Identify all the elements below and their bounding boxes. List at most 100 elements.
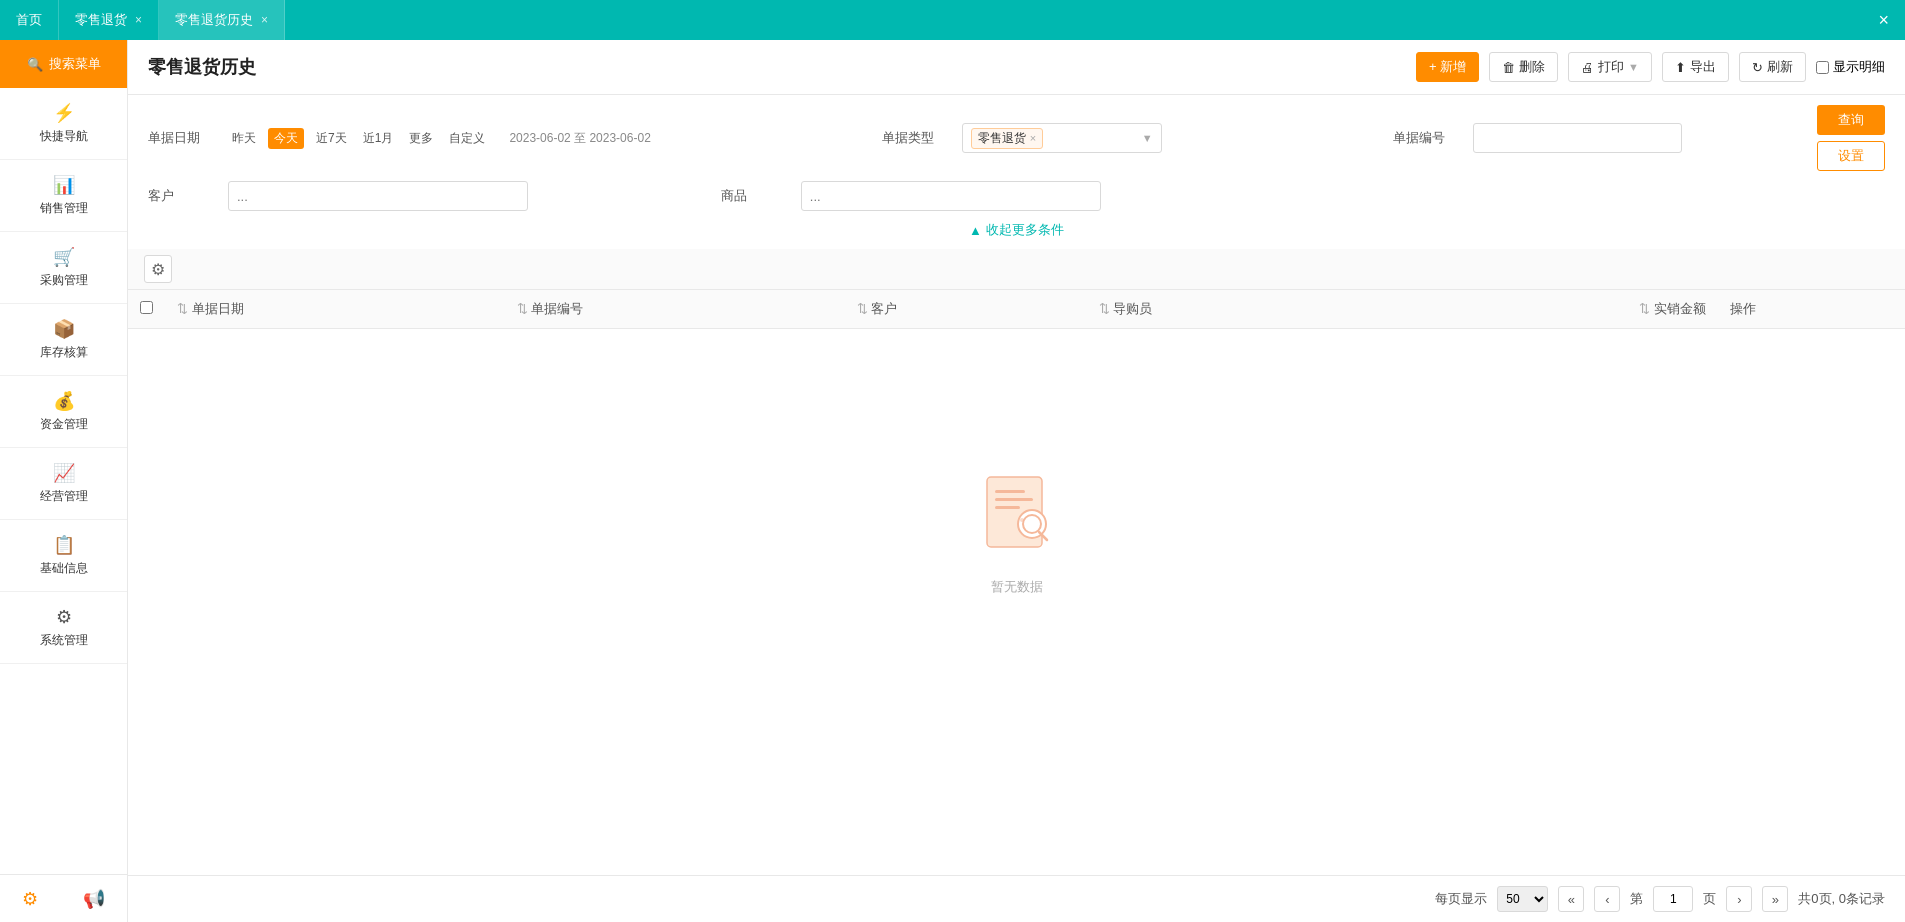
last-page-button[interactable]: » <box>1762 886 1788 912</box>
select-all-checkbox[interactable] <box>140 301 153 314</box>
print-dropdown-icon: ▼ <box>1628 61 1639 73</box>
sidebar-nav: ⚡ 快捷导航 📊 销售管理 🛒 采购管理 📦 库存核算 💰 资金管理 📈 <box>0 88 127 874</box>
page-actions: + 新增 🗑 删除 🖨 打印 ▼ ⬆ 导出 ↻ 刷新 <box>1416 52 1885 82</box>
empty-state-icon <box>967 462 1067 562</box>
top-bar: 首页 零售退货 × 零售退货历史 × × <box>0 0 1905 40</box>
main-layout: 🔍 搜索菜单 ⚡ 快捷导航 📊 销售管理 🛒 采购管理 📦 库存核算 💰 <box>0 40 1905 922</box>
page-unit: 页 <box>1703 890 1716 908</box>
first-page-button[interactable]: « <box>1558 886 1584 912</box>
shortcut-custom[interactable]: 自定义 <box>445 128 489 149</box>
voucher-type-arrow-icon: ▼ <box>1142 132 1153 144</box>
sales-icon: 📊 <box>53 174 75 196</box>
content-area: 零售退货历史 + 新增 🗑 删除 🖨 打印 ▼ ⬆ 导出 ↻ <box>128 40 1905 922</box>
page-title: 零售退货历史 <box>148 55 256 79</box>
sidebar-item-purchase[interactable]: 🛒 采购管理 <box>0 232 127 304</box>
window-close-button[interactable]: × <box>1862 10 1905 31</box>
pagination-bar: 每页显示 50 100 200 « ‹ 第 页 › » 共0页, 0条记录 <box>128 875 1905 922</box>
refresh-button[interactable]: ↻ 刷新 <box>1739 52 1806 82</box>
shortcut-more[interactable]: 更多 <box>405 128 437 149</box>
filter-row-1: 单据日期 昨天 今天 近7天 近1月 更多 自定义 2023-06-02 至 2… <box>148 105 1885 171</box>
table-container: ⇅ 单据日期 ⇅ 单据编号 ⇅ 客户 <box>128 290 1905 875</box>
refresh-icon: ↻ <box>1752 60 1763 75</box>
tab-retail-return-history[interactable]: 零售退货历史 × <box>159 0 285 40</box>
tab-home[interactable]: 首页 <box>0 0 59 40</box>
th-amount[interactable]: ⇅ 实销金额 <box>1378 290 1718 329</box>
customer-input[interactable] <box>228 181 528 211</box>
filter-row-2: 客户 商品 <box>148 181 1885 211</box>
sidebar-item-sales[interactable]: 📊 销售管理 <box>0 160 127 232</box>
th-ops: 操作 <box>1718 290 1905 329</box>
collapse-icon: ▲ <box>969 223 982 238</box>
basic-info-icon: 📋 <box>53 534 75 556</box>
collapse-filter-button[interactable]: ▲ 收起更多条件 <box>969 221 1064 239</box>
query-setup-group: 查询 设置 <box>1817 105 1885 171</box>
sidebar: 🔍 搜索菜单 ⚡ 快捷导航 📊 销售管理 🛒 采购管理 📦 库存核算 💰 <box>0 40 128 922</box>
goods-filter-label: 商品 <box>721 187 781 205</box>
th-guide-sort-icon: ⇅ <box>1099 301 1110 316</box>
tab-retail-return[interactable]: 零售退货 × <box>59 0 159 40</box>
next-page-button[interactable]: › <box>1726 886 1752 912</box>
empty-state: 暂无数据 <box>128 329 1905 729</box>
th-customer[interactable]: ⇅ 客户 <box>845 290 1087 329</box>
settings-gear-icon[interactable]: ⚙ <box>22 888 38 910</box>
print-icon: 🖨 <box>1581 60 1594 75</box>
delete-icon: 🗑 <box>1502 60 1515 75</box>
th-checkbox <box>128 290 165 329</box>
shortcut-7days[interactable]: 近7天 <box>312 128 351 149</box>
sidebar-item-inventory[interactable]: 📦 库存核算 <box>0 304 127 376</box>
voucher-no-label: 单据编号 <box>1393 129 1453 147</box>
print-button[interactable]: 🖨 打印 ▼ <box>1568 52 1652 82</box>
sidebar-bottom: ⚙ 📢 <box>0 874 127 922</box>
voucher-type-tag: 零售退货 × <box>971 128 1043 149</box>
th-date-sort-icon: ⇅ <box>177 301 188 316</box>
delete-button[interactable]: 🗑 删除 <box>1489 52 1558 82</box>
table-settings-button[interactable]: ⚙ <box>144 255 172 283</box>
prev-page-button[interactable]: ‹ <box>1594 886 1620 912</box>
th-no[interactable]: ⇅ 单据编号 <box>505 290 845 329</box>
page-label: 第 <box>1630 890 1643 908</box>
finance-icon: 💰 <box>53 390 75 412</box>
audio-icon[interactable]: 📢 <box>83 888 105 910</box>
query-button[interactable]: 查询 <box>1817 105 1885 135</box>
th-guide[interactable]: ⇅ 导购员 <box>1087 290 1378 329</box>
filter-section: 单据日期 昨天 今天 近7天 近1月 更多 自定义 2023-06-02 至 2… <box>128 95 1905 249</box>
sidebar-item-basic-info[interactable]: 📋 基础信息 <box>0 520 127 592</box>
display-detail-input[interactable] <box>1816 61 1829 74</box>
sidebar-search[interactable]: 🔍 搜索菜单 <box>0 40 127 88</box>
voucher-no-input[interactable] <box>1473 123 1682 153</box>
sidebar-item-system[interactable]: ⚙ 系统管理 <box>0 592 127 664</box>
voucher-type-select[interactable]: 零售退货 × ▼ <box>962 123 1162 153</box>
shortcut-yesterday[interactable]: 昨天 <box>228 128 260 149</box>
date-shortcuts: 昨天 今天 近7天 近1月 更多 自定义 <box>228 128 489 149</box>
display-detail-checkbox[interactable]: 显示明细 <box>1816 58 1885 76</box>
per-page-select[interactable]: 50 100 200 <box>1497 886 1548 912</box>
empty-state-text: 暂无数据 <box>991 578 1043 596</box>
date-range-display: 2023-06-02 至 2023-06-02 <box>509 130 650 147</box>
add-button[interactable]: + 新增 <box>1416 52 1479 82</box>
sidebar-item-quick-nav[interactable]: ⚡ 快捷导航 <box>0 88 127 160</box>
sidebar-item-operations[interactable]: 📈 经营管理 <box>0 448 127 520</box>
customer-filter-label: 客户 <box>148 187 208 205</box>
shortcut-today[interactable]: 今天 <box>268 128 304 149</box>
sidebar-item-finance[interactable]: 💰 资金管理 <box>0 376 127 448</box>
setup-button[interactable]: 设置 <box>1817 141 1885 171</box>
svg-point-7 <box>1020 518 1024 522</box>
table-toolbar: ⚙ <box>128 249 1905 290</box>
export-button[interactable]: ⬆ 导出 <box>1662 52 1729 82</box>
page-header: 零售退货历史 + 新增 🗑 删除 🖨 打印 ▼ ⬆ 导出 ↻ <box>128 40 1905 95</box>
goods-input[interactable] <box>801 181 1101 211</box>
total-records-label: 共0页, 0条记录 <box>1798 890 1885 908</box>
operations-icon: 📈 <box>53 462 75 484</box>
page-number-input[interactable] <box>1653 886 1693 912</box>
svg-rect-2 <box>995 498 1033 501</box>
th-date[interactable]: ⇅ 单据日期 <box>165 290 505 329</box>
per-page-label: 每页显示 <box>1435 890 1487 908</box>
tab-retail-return-close[interactable]: × <box>135 13 142 27</box>
date-filter-label: 单据日期 <box>148 129 208 147</box>
tab-list: 首页 零售退货 × 零售退货历史 × <box>0 0 1862 40</box>
th-customer-sort-icon: ⇅ <box>857 301 868 316</box>
voucher-type-tag-remove[interactable]: × <box>1030 132 1036 144</box>
shortcut-1month[interactable]: 近1月 <box>359 128 398 149</box>
tab-retail-return-history-close[interactable]: × <box>261 13 268 27</box>
table-area: ⚙ ⇅ 单据日期 ⇅ <box>128 249 1905 875</box>
